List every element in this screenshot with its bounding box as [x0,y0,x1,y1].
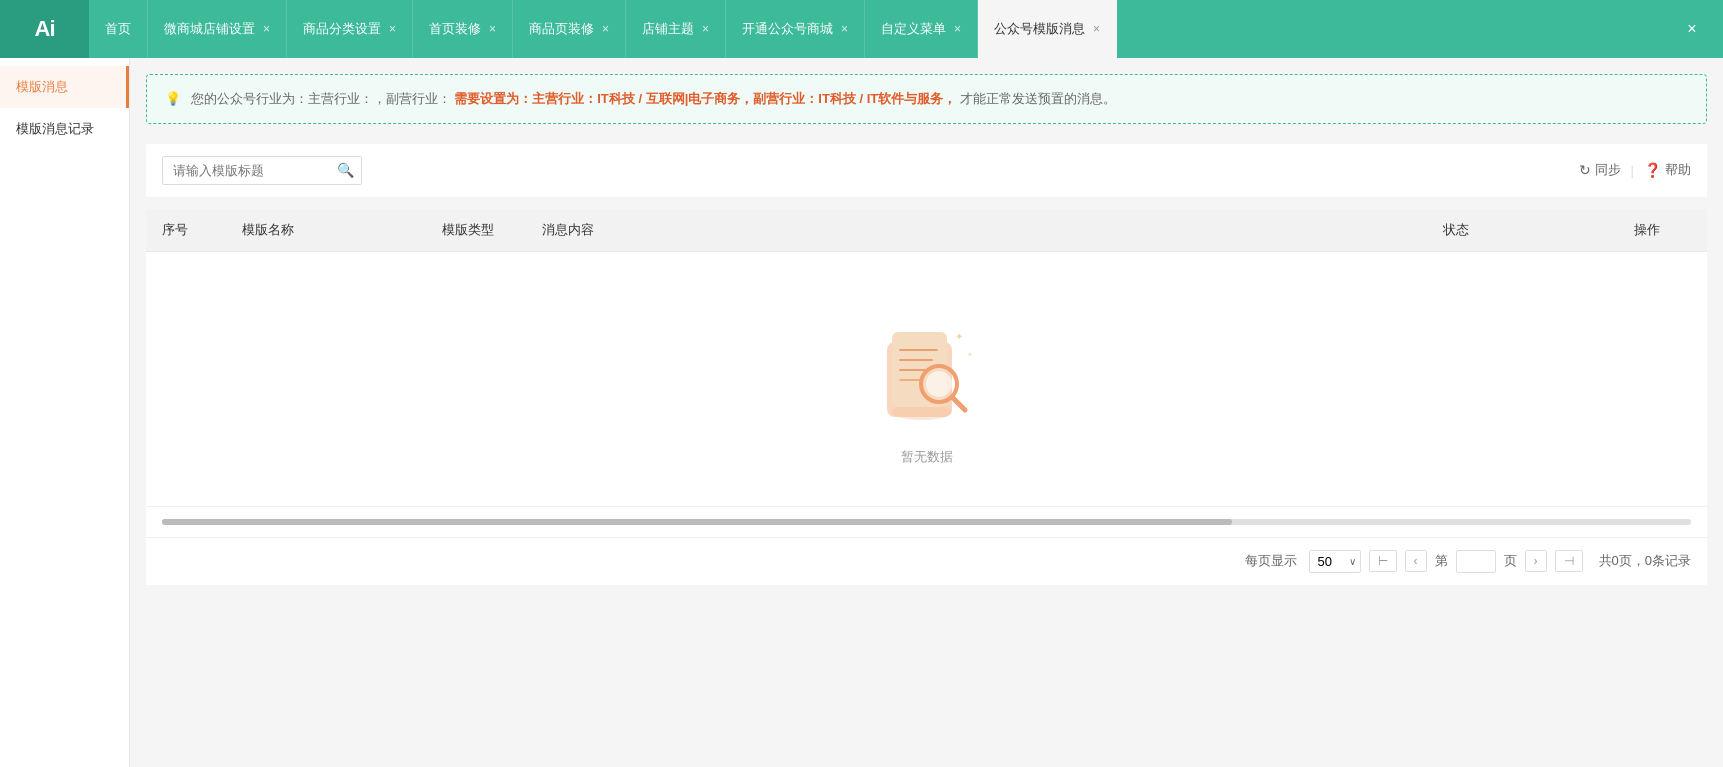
sidebar-item-template-msg[interactable]: 模版消息 [0,66,129,108]
tab-shop-settings-close[interactable]: × [263,22,270,36]
tab-template-msg-close[interactable]: × [1093,22,1100,36]
svg-point-8 [926,371,952,397]
th-content: 消息内容 [526,209,1427,251]
table-header: 序号 模版名称 模版类型 消息内容 状态 操作 [146,209,1707,252]
sync-icon: ↻ [1579,162,1591,178]
th-seq: 序号 [146,209,226,251]
th-status: 状态 [1427,209,1587,251]
notice-bar: 💡 您的公众号行业为：主营行业：，副营行业： 需要设置为：主营行业：IT科技 /… [146,74,1707,124]
tab-product-decor-label: 商品页装修 [529,20,594,38]
help-button[interactable]: ❓ 帮助 [1644,161,1691,179]
search-bar: 🔍 ↻ 同步 | ❓ 帮助 [146,144,1707,197]
th-action: 操作 [1587,209,1707,251]
th-name: 模版名称 [226,209,426,251]
empty-state: ✦ ✦ 暂无数据 [146,252,1707,506]
sync-label: 同步 [1595,161,1621,179]
tab-product-decor-close[interactable]: × [602,22,609,36]
svg-text:✦: ✦ [955,331,963,342]
sidebar-item-template-msg-record-label: 模版消息记录 [16,121,94,136]
empty-illustration: ✦ ✦ [867,312,987,432]
tab-shop-settings-label: 微商城店铺设置 [164,20,255,38]
app-logo: Ai [0,0,89,58]
search-input-wrap: 🔍 [162,156,362,185]
sync-button[interactable]: ↻ 同步 [1579,161,1621,179]
main-content: 💡 您的公众号行业为：主营行业：，副营行业： 需要设置为：主营行业：IT科技 /… [130,58,1723,767]
tab-home-decor-label: 首页装修 [429,20,481,38]
total-info: 共0页，0条记录 [1599,552,1691,570]
tab-home-decor[interactable]: 首页装修 × [413,0,513,58]
notice-highlight: 需要设置为：主营行业：IT科技 / 互联网|电子商务，副营行业：IT科技 / I… [454,91,956,106]
sidebar: 模版消息 模版消息记录 [0,58,130,767]
search-left: 🔍 [162,156,362,185]
tab-custom-menu-close[interactable]: × [954,22,961,36]
nav-tabs: 首页 微商城店铺设置 × 商品分类设置 × 首页装修 × 商品页装修 × 店铺主… [89,0,1677,58]
top-nav: Ai 首页 微商城店铺设置 × 商品分类设置 × 首页装修 × 商品页装修 × … [0,0,1723,58]
page-label: 第 [1435,552,1448,570]
notice-prefix: 您的公众号行业为：主营行业：，副营行业： [191,91,451,106]
scrollbar-track[interactable] [162,519,1691,525]
notice-icon: 💡 [165,91,181,106]
sidebar-item-template-msg-record[interactable]: 模版消息记录 [0,108,129,150]
tab-open-shop[interactable]: 开通公众号商城 × [726,0,865,58]
divider: | [1631,163,1634,178]
tab-custom-menu[interactable]: 自定义菜单 × [865,0,978,58]
svg-line-9 [952,397,965,410]
help-label: 帮助 [1665,161,1691,179]
last-page-button[interactable]: ⊣ [1555,550,1583,572]
page-size-select-wrap: 50 10 20 100 [1309,550,1361,573]
scrollbar-thumb [162,519,1232,525]
help-icon: ❓ [1644,162,1661,178]
tab-open-shop-close[interactable]: × [841,22,848,36]
prev-page-button[interactable]: ‹ [1405,550,1427,572]
pagination: 每页显示 50 10 20 100 ⊢ ‹ 第 1 页 › ⊣ 共0页，0条记录 [146,537,1707,585]
current-page-input[interactable]: 1 [1456,550,1496,573]
page-unit: 页 [1504,552,1517,570]
page-size-label: 每页显示 [1245,552,1297,570]
tab-category-close[interactable]: × [389,22,396,36]
tab-home-decor-close[interactable]: × [489,22,496,36]
tab-home[interactable]: 首页 [89,0,148,58]
tab-shop-theme-close[interactable]: × [702,22,709,36]
tab-shop-theme-label: 店铺主题 [642,20,694,38]
sidebar-item-template-msg-label: 模版消息 [16,79,68,94]
first-page-button[interactable]: ⊢ [1369,550,1397,572]
tab-home-label: 首页 [105,20,131,38]
th-type: 模版类型 [426,209,526,251]
data-table: 序号 模版名称 模版类型 消息内容 状态 操作 [146,209,1707,585]
tab-custom-menu-label: 自定义菜单 [881,20,946,38]
tab-product-decor[interactable]: 商品页装修 × [513,0,626,58]
search-input[interactable] [162,156,362,185]
scrollbar-area [146,506,1707,537]
next-page-button[interactable]: › [1525,550,1547,572]
tab-category-settings[interactable]: 商品分类设置 × [287,0,413,58]
tab-template-msg-label: 公众号模版消息 [994,20,1085,38]
tab-template-msg[interactable]: 公众号模版消息 × [978,0,1117,58]
tab-category-label: 商品分类设置 [303,20,381,38]
search-right: ↻ 同步 | ❓ 帮助 [1579,161,1691,179]
global-close-button[interactable]: × [1677,20,1707,38]
search-icon[interactable]: 🔍 [337,162,354,178]
tab-shop-theme[interactable]: 店铺主题 × [626,0,726,58]
tab-open-shop-label: 开通公众号商城 [742,20,833,38]
main-layout: 模版消息 模版消息记录 💡 您的公众号行业为：主营行业：，副营行业： 需要设置为… [0,58,1723,767]
svg-text:✦: ✦ [967,351,973,358]
notice-suffix: 才能正常发送预置的消息。 [960,91,1116,106]
tab-shop-settings[interactable]: 微商城店铺设置 × [148,0,287,58]
page-size-select[interactable]: 50 10 20 100 [1309,550,1361,573]
empty-text: 暂无数据 [901,448,953,466]
